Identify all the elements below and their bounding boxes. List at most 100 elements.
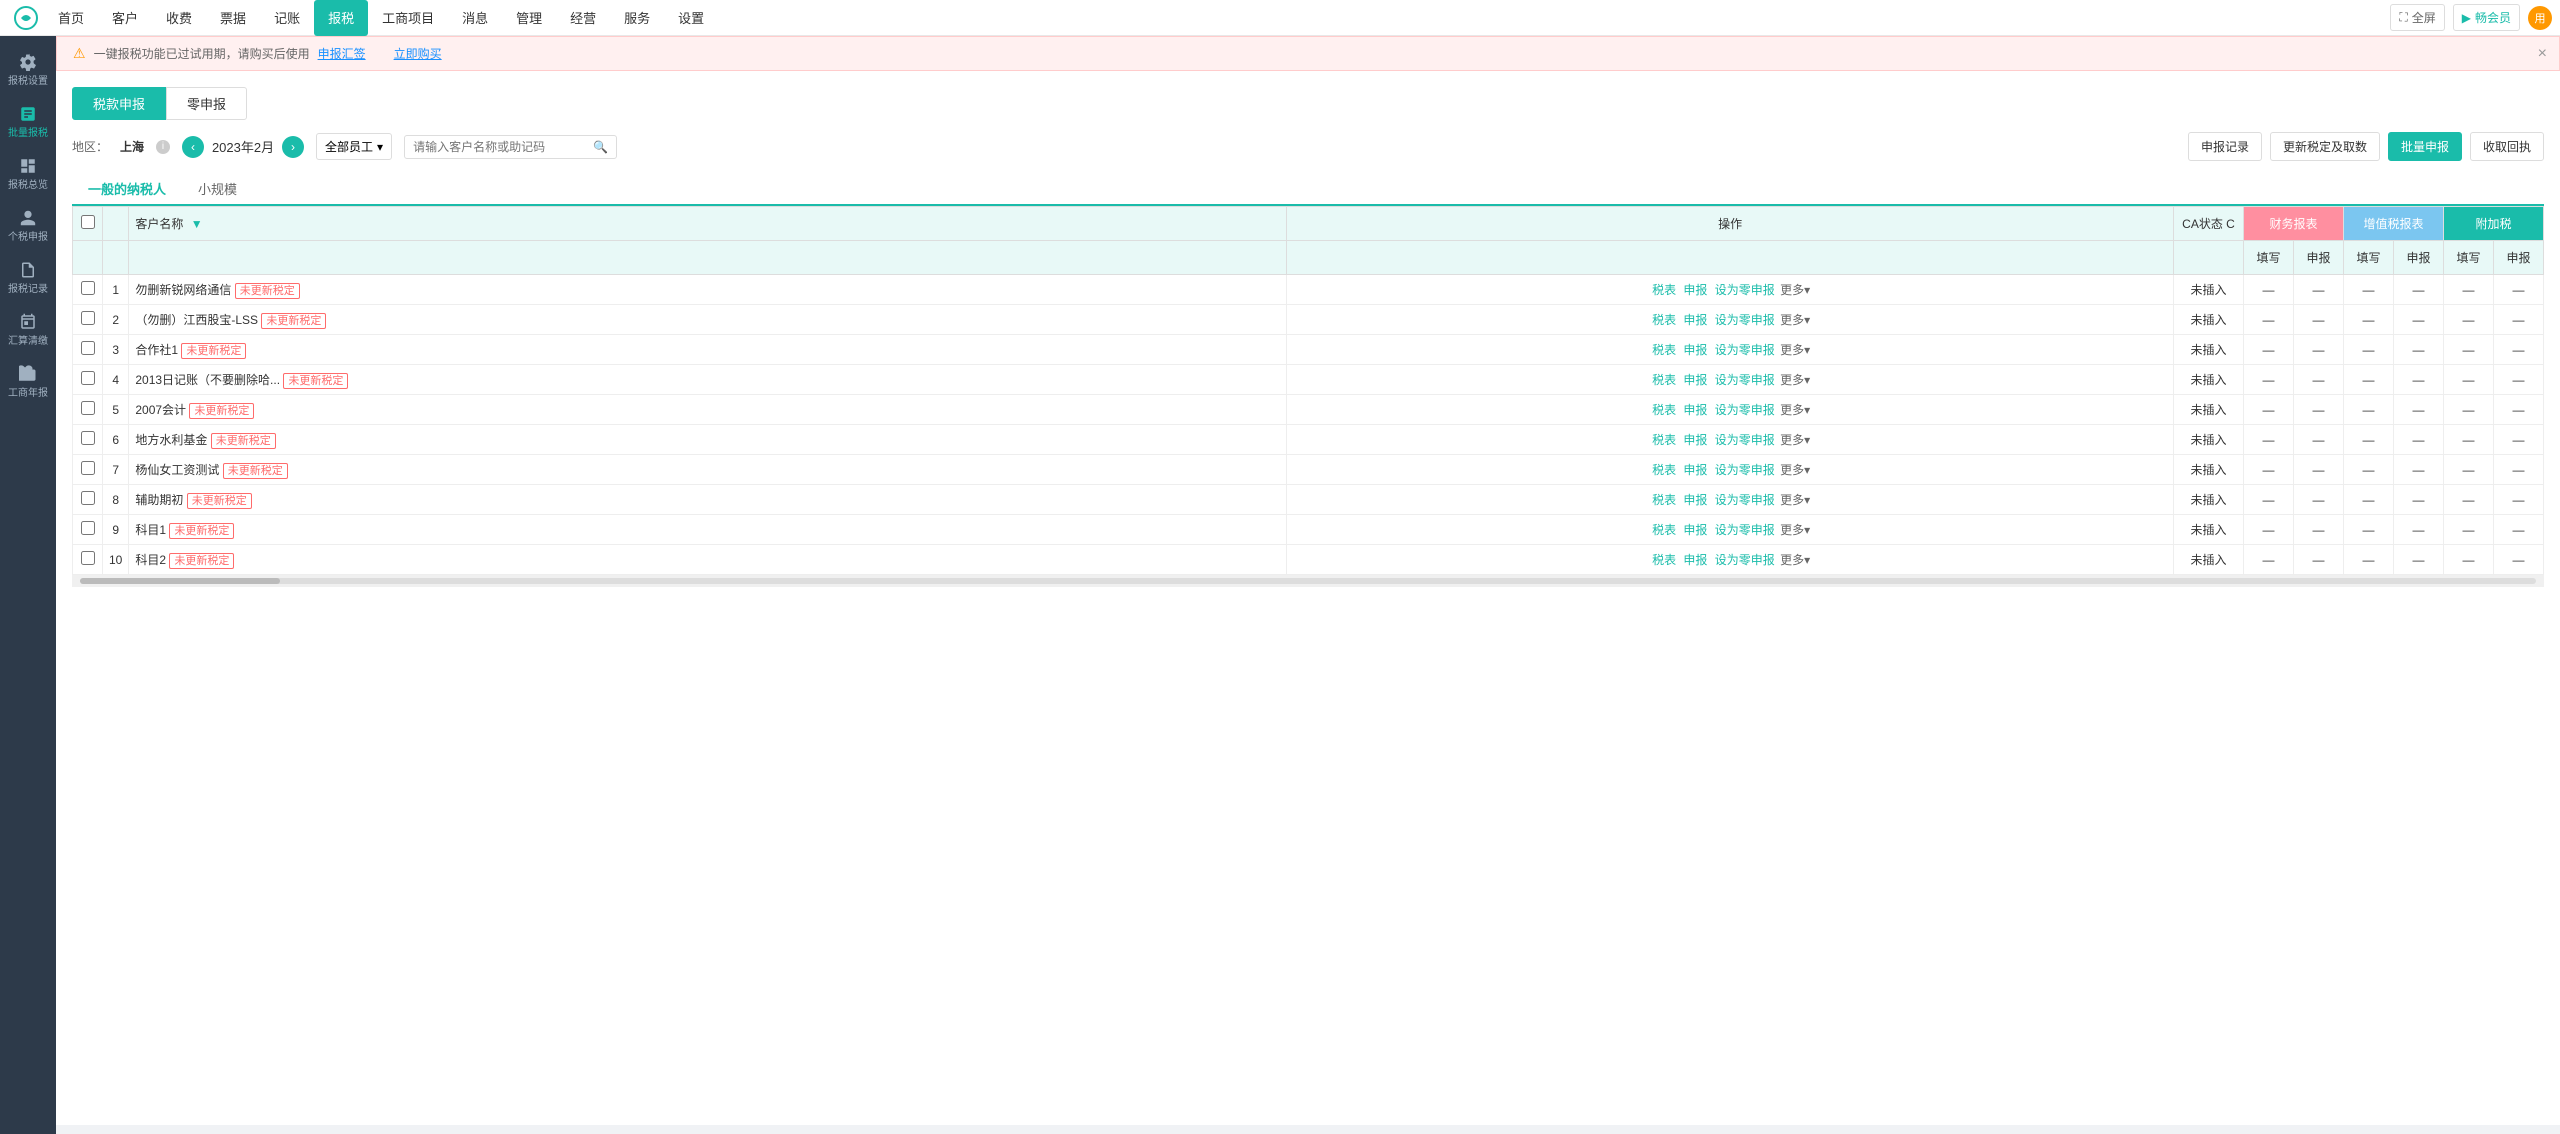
date-next-button[interactable]: › [282,136,304,158]
op-zero-4[interactable]: 设为零申报 [1715,403,1775,417]
search-input[interactable] [413,136,593,158]
nav-invoice[interactable]: 票据 [206,0,260,36]
op-report-9[interactable]: 申报 [1683,553,1707,567]
op-more-2[interactable]: 更多▾ [1780,343,1810,357]
sidebar-item-business-report[interactable]: 工商年报 [0,356,56,408]
op-report-6[interactable]: 申报 [1683,463,1707,477]
date-prev-button[interactable]: ‹ [182,136,204,158]
op-tax-table-6[interactable]: 税表 [1652,463,1676,477]
avatar[interactable]: 用 [2528,6,2552,30]
row-select-5[interactable] [81,431,95,445]
op-more-7[interactable]: 更多▾ [1780,493,1810,507]
batch-report-button[interactable]: 批量申报 [2388,132,2462,161]
sidebar-item-batch-report[interactable]: 批量报税 [0,96,56,148]
op-zero-2[interactable]: 设为零申报 [1715,343,1775,357]
sidebar-item-tax-settings[interactable]: 报税设置 [0,44,56,96]
tab-tax-report[interactable]: 税款申报 [72,87,166,120]
op-tax-table-2[interactable]: 税表 [1652,343,1676,357]
op-more-6[interactable]: 更多▾ [1780,463,1810,477]
row-name-7: 辅助期初 未更新税定 [129,485,1287,515]
select-all-checkbox[interactable] [81,215,95,229]
nav-customer[interactable]: 客户 [98,0,152,36]
member-button[interactable]: ▶ 畅会员 [2453,4,2520,31]
row-select-8[interactable] [81,521,95,535]
row-select-4[interactable] [81,401,95,415]
row-name-text-0: 勿删新锐网络通信 [135,283,231,297]
row-select-9[interactable] [81,551,95,565]
row-select-6[interactable] [81,461,95,475]
op-report-5[interactable]: 申报 [1683,433,1707,447]
row-tax-fill-8: — [2344,515,2394,545]
op-tax-table-0[interactable]: 税表 [1652,283,1676,297]
row-checkbox-8 [73,515,103,545]
nav-accounting[interactable]: 记账 [260,0,314,36]
notice-close-button[interactable]: × [2538,45,2547,63]
update-tax-button[interactable]: 更新税定及取数 [2270,132,2380,161]
op-tax-table-9[interactable]: 税表 [1652,553,1676,567]
sidebar-item-annual[interactable]: 汇算清缴 [0,304,56,356]
op-more-5[interactable]: 更多▾ [1780,433,1810,447]
sub-tab-general[interactable]: 一般的纳税人 [72,173,182,206]
sub-tab-small-scale[interactable]: 小规模 [182,173,253,206]
search-icon[interactable]: 🔍 [593,140,608,154]
department-select[interactable]: 全部员工 ▾ [316,133,392,160]
op-zero-1[interactable]: 设为零申报 [1715,313,1775,327]
sidebar-label-record: 报税记录 [8,284,48,296]
record-button[interactable]: 申报记录 [2188,132,2262,161]
sidebar-item-overview[interactable]: 报税总览 [0,148,56,200]
op-report-2[interactable]: 申报 [1683,343,1707,357]
row-select-2[interactable] [81,341,95,355]
op-zero-5[interactable]: 设为零申报 [1715,433,1775,447]
op-zero-8[interactable]: 设为零申报 [1715,523,1775,537]
op-report-4[interactable]: 申报 [1683,403,1707,417]
notice-link-buy[interactable]: 立即购买 [394,45,442,62]
horizontal-scrollbar[interactable] [72,575,2544,587]
tab-zero-report[interactable]: 零申报 [166,87,247,120]
row-select-3[interactable] [81,371,95,385]
nav-billing[interactable]: 收费 [152,0,206,36]
op-tax-table-1[interactable]: 税表 [1652,313,1676,327]
sidebar-label-annual: 汇算清缴 [8,336,48,348]
op-more-1[interactable]: 更多▾ [1780,313,1810,327]
nav-settings[interactable]: 设置 [664,0,718,36]
op-more-4[interactable]: 更多▾ [1780,403,1810,417]
op-more-8[interactable]: 更多▾ [1780,523,1810,537]
nav-operations[interactable]: 经营 [556,0,610,36]
row-select-0[interactable] [81,281,95,295]
sort-icon[interactable]: ▼ [191,217,203,231]
op-more-3[interactable]: 更多▾ [1780,373,1810,387]
op-zero-6[interactable]: 设为零申报 [1715,463,1775,477]
op-tax-table-4[interactable]: 税表 [1652,403,1676,417]
op-more-9[interactable]: 更多▾ [1780,553,1810,567]
scrollbar-track [80,578,2536,584]
op-report-0[interactable]: 申报 [1683,283,1707,297]
row-select-7[interactable] [81,491,95,505]
sidebar-item-personal-tax[interactable]: 个税申报 [0,200,56,252]
notice-link-report[interactable]: 申报汇签 [318,45,366,62]
nav-tax[interactable]: 报税 [314,0,368,36]
op-report-3[interactable]: 申报 [1683,373,1707,387]
row-select-1[interactable] [81,311,95,325]
retrieve-button[interactable]: 收取回执 [2470,132,2544,161]
op-more-0[interactable]: 更多▾ [1780,283,1810,297]
op-zero-9[interactable]: 设为零申报 [1715,553,1775,567]
fullscreen-button[interactable]: ⛶ 全屏 [2390,4,2444,31]
op-tax-table-3[interactable]: 税表 [1652,373,1676,387]
op-report-1[interactable]: 申报 [1683,313,1707,327]
op-tax-table-8[interactable]: 税表 [1652,523,1676,537]
op-zero-0[interactable]: 设为零申报 [1715,283,1775,297]
nav-management[interactable]: 管理 [502,0,556,36]
op-tax-table-7[interactable]: 税表 [1652,493,1676,507]
nav-home[interactable]: 首页 [44,0,98,36]
op-report-7[interactable]: 申报 [1683,493,1707,507]
info-icon[interactable]: i [156,140,170,154]
nav-service[interactable]: 服务 [610,0,664,36]
op-tax-table-5[interactable]: 税表 [1652,433,1676,447]
scrollbar-thumb[interactable] [80,578,280,584]
nav-business[interactable]: 工商项目 [368,0,448,36]
nav-message[interactable]: 消息 [448,0,502,36]
op-report-8[interactable]: 申报 [1683,523,1707,537]
op-zero-3[interactable]: 设为零申报 [1715,373,1775,387]
sidebar-item-record[interactable]: 报税记录 [0,252,56,304]
op-zero-7[interactable]: 设为零申报 [1715,493,1775,507]
